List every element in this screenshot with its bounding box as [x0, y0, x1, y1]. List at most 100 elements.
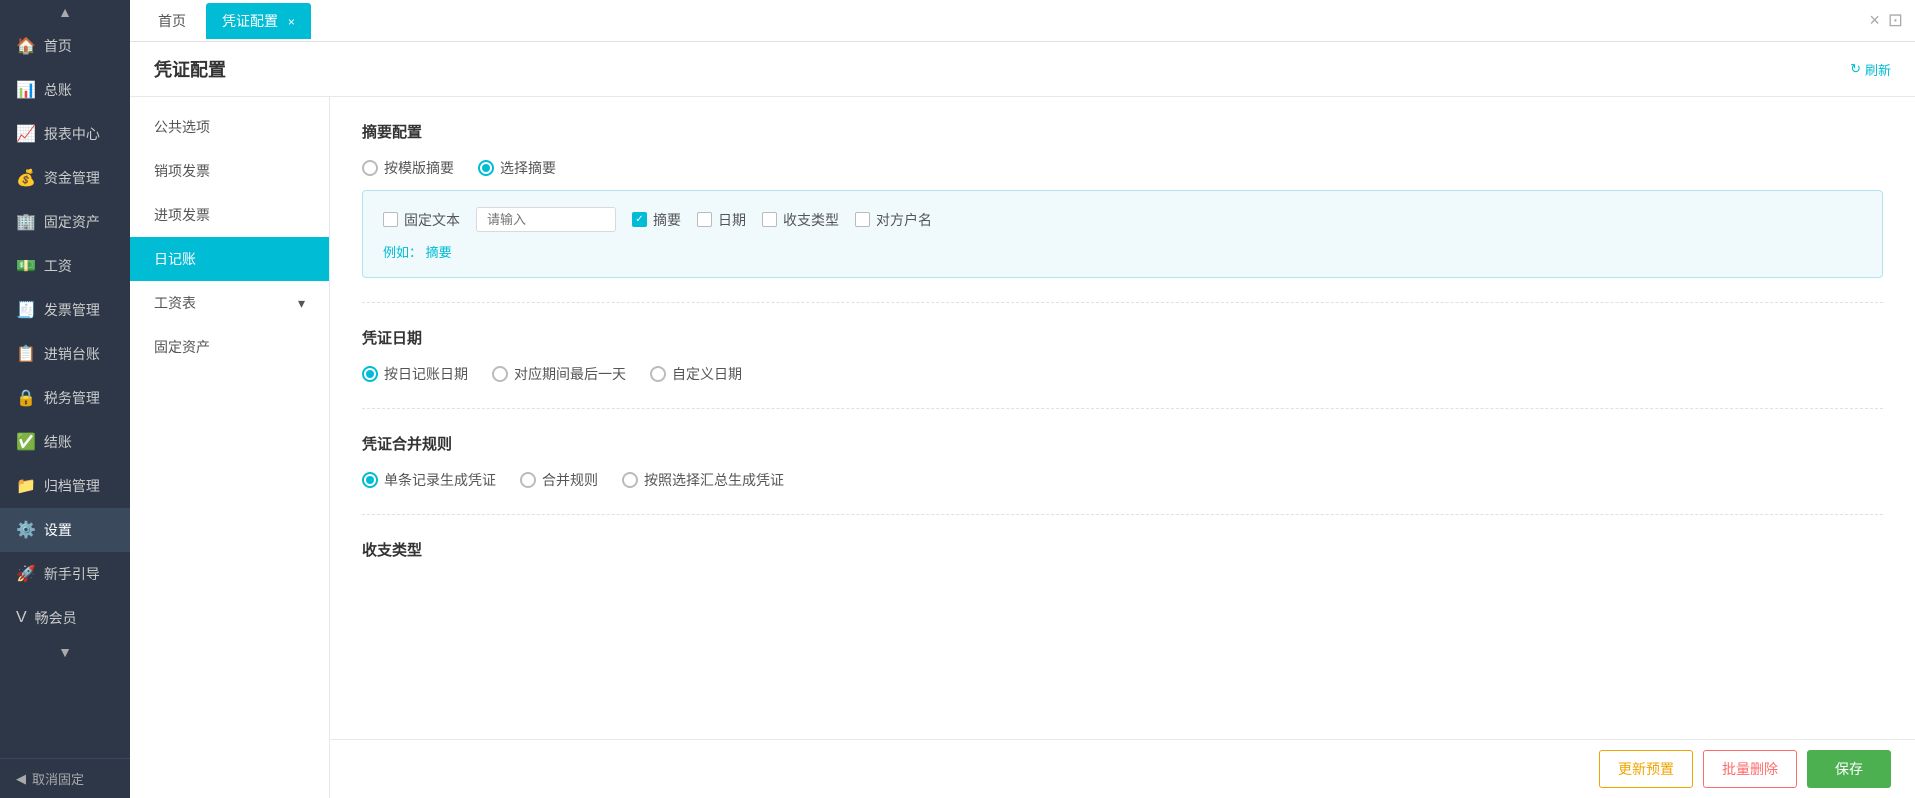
nav-item-public[interactable]: 公共选项	[130, 105, 329, 149]
radio-select-merge-circle	[622, 472, 638, 488]
refresh-button[interactable]: ↻ 刷新	[1850, 60, 1891, 79]
voucher-date-title: 凭证日期	[362, 327, 1883, 348]
pin-icon: ◀	[16, 771, 26, 787]
refresh-icon: ↻	[1850, 61, 1861, 77]
checkbox-counterpart[interactable]: 对方户名	[855, 210, 932, 230]
nav-item-purchase-invoice[interactable]: 进项发票	[130, 193, 329, 237]
sidebar-scroll-up[interactable]: ▲	[0, 0, 130, 24]
sidebar-item-ledger[interactable]: 📊 总账	[0, 68, 130, 112]
example-text: 例如： 摘要	[383, 242, 1862, 261]
radio-template-summary[interactable]: 按模版摘要	[362, 158, 454, 178]
merge-rule-section: 凭证合并规则 单条记录生成凭证 合并规则	[362, 433, 1883, 515]
checkbox-income-type-box	[762, 212, 777, 227]
radio-last-day[interactable]: 对应期间最后一天	[492, 364, 626, 384]
sidebar-item-invoice[interactable]: 🧾 发票管理	[0, 288, 130, 332]
radio-select-summary[interactable]: 选择摘要	[478, 158, 556, 178]
page-header: 凭证配置 ↻ 刷新	[130, 42, 1915, 97]
checkbox-income-type[interactable]: 收支类型	[762, 210, 839, 230]
main-area: 首页 凭证配置 × × ⊡ 凭证配置 ↻ 刷新 公共选项	[130, 0, 1915, 798]
radio-select-merge[interactable]: 按照选择汇总生成凭证	[622, 470, 784, 490]
radio-single[interactable]: 单条记录生成凭证	[362, 470, 496, 490]
salary-icon: 💵	[16, 256, 36, 276]
checkbox-counterpart-box	[855, 212, 870, 227]
invoice-icon: 🧾	[16, 300, 36, 320]
checkbox-date-box	[697, 212, 712, 227]
tab-bar: 首页 凭证配置 × × ⊡	[130, 0, 1915, 42]
checkbox-summary[interactable]: ✓ 摘要	[632, 210, 681, 230]
tab-home[interactable]: 首页	[142, 3, 202, 39]
batch-delete-button[interactable]: 批量删除	[1703, 750, 1797, 788]
summary-config-title: 摘要配置	[362, 121, 1883, 142]
radio-template-circle	[362, 160, 378, 176]
checkbox-summary-box: ✓	[632, 212, 647, 227]
save-button[interactable]: 保存	[1807, 750, 1891, 788]
merge-rule-radio-group: 单条记录生成凭证 合并规则 按照选择汇总生成凭证	[362, 470, 1883, 490]
radio-last-day-circle	[492, 366, 508, 382]
summary-checkbox-row: 固定文本 ✓ 摘要 日期	[383, 207, 1862, 232]
sidebar-item-salary[interactable]: 💵 工资	[0, 244, 130, 288]
checkbox-fixed-text-box	[383, 212, 398, 227]
radio-custom-date-circle	[650, 366, 666, 382]
settle-icon: ✅	[16, 432, 36, 452]
cancel-pin-button[interactable]: ◀ 取消固定	[0, 758, 130, 798]
checkbox-fixed-text[interactable]: 固定文本	[383, 210, 460, 230]
radio-custom-date[interactable]: 自定义日期	[650, 364, 742, 384]
tax-icon: 🔒	[16, 388, 36, 408]
home-icon: 🏠	[16, 36, 36, 56]
sidebar-scroll-down[interactable]: ▼	[0, 640, 130, 664]
page-title: 凭证配置	[154, 56, 226, 82]
window-maximize-button[interactable]: ⊡	[1888, 10, 1903, 31]
radio-journal-date-circle	[362, 366, 378, 382]
fixed-text-input[interactable]	[476, 207, 616, 232]
radio-merge[interactable]: 合并规则	[520, 470, 598, 490]
ledger-icon: 📊	[16, 80, 36, 100]
left-nav: 公共选项 销项发票 进项发票 日记账 工资表 ▾ 固定资产	[130, 97, 330, 798]
member-icon: V	[16, 609, 27, 627]
sidebar-item-assets[interactable]: 🏢 固定资产	[0, 200, 130, 244]
sidebar-item-funds[interactable]: 💰 资金管理	[0, 156, 130, 200]
tab-bar-actions: × ⊡	[1869, 10, 1903, 31]
trade-icon: 📋	[16, 344, 36, 364]
summary-radio-group: 按模版摘要 选择摘要	[362, 158, 1883, 178]
nav-item-fixed-assets[interactable]: 固定资产	[130, 325, 329, 369]
sidebar-item-member[interactable]: V 畅会员	[0, 596, 130, 640]
funds-icon: 💰	[16, 168, 36, 188]
update-preview-button[interactable]: 更新预置	[1599, 750, 1693, 788]
merge-rule-title: 凭证合并规则	[362, 433, 1883, 454]
summary-config-section: 摘要配置 按模版摘要 选择摘要	[362, 121, 1883, 303]
reports-icon: 📈	[16, 124, 36, 144]
nav-item-salary-table[interactable]: 工资表 ▾	[130, 281, 329, 325]
archive-icon: 📁	[16, 476, 36, 496]
checkbox-date[interactable]: 日期	[697, 210, 746, 230]
summary-box: 固定文本 ✓ 摘要 日期	[362, 190, 1883, 278]
right-content: 摘要配置 按模版摘要 选择摘要	[330, 97, 1915, 739]
radio-single-circle	[362, 472, 378, 488]
voucher-date-radio-group: 按日记账日期 对应期间最后一天 自定义日期	[362, 364, 1883, 384]
voucher-date-section: 凭证日期 按日记账日期 对应期间最后一天	[362, 327, 1883, 409]
bottom-bar: 更新预置 批量删除 保存	[330, 739, 1915, 798]
tab-voucher-config[interactable]: 凭证配置 ×	[206, 3, 311, 39]
chevron-down-icon: ▾	[298, 295, 305, 312]
tab-close-button[interactable]: ×	[288, 15, 295, 29]
sidebar-item-reports[interactable]: 📈 报表中心	[0, 112, 130, 156]
income-type-title: 收支类型	[362, 539, 1883, 560]
guide-icon: 🚀	[16, 564, 36, 584]
window-close-button[interactable]: ×	[1869, 10, 1880, 31]
body-layout: 公共选项 销项发票 进项发票 日记账 工资表 ▾ 固定资产	[130, 97, 1915, 798]
sidebar: ▲ 🏠 首页 📊 总账 📈 报表中心 💰 资金管理 🏢 固定资产 💵 工资 🧾 …	[0, 0, 130, 798]
radio-merge-circle	[520, 472, 536, 488]
sidebar-item-home[interactable]: 🏠 首页	[0, 24, 130, 68]
sidebar-item-trade[interactable]: 📋 进销台账	[0, 332, 130, 376]
sidebar-item-settings[interactable]: ⚙️ 设置	[0, 508, 130, 552]
radio-select-circle	[478, 160, 494, 176]
radio-journal-date[interactable]: 按日记账日期	[362, 364, 468, 384]
sidebar-item-archive[interactable]: 📁 归档管理	[0, 464, 130, 508]
income-type-section: 收支类型	[362, 539, 1883, 600]
nav-item-sales-invoice[interactable]: 销项发票	[130, 149, 329, 193]
content-area: 凭证配置 ↻ 刷新 公共选项 销项发票 进项发票 日记账	[130, 42, 1915, 798]
settings-icon: ⚙️	[16, 520, 36, 540]
sidebar-item-settle[interactable]: ✅ 结账	[0, 420, 130, 464]
sidebar-item-tax[interactable]: 🔒 税务管理	[0, 376, 130, 420]
nav-item-journal[interactable]: 日记账	[130, 237, 329, 281]
sidebar-item-guide[interactable]: 🚀 新手引导	[0, 552, 130, 596]
